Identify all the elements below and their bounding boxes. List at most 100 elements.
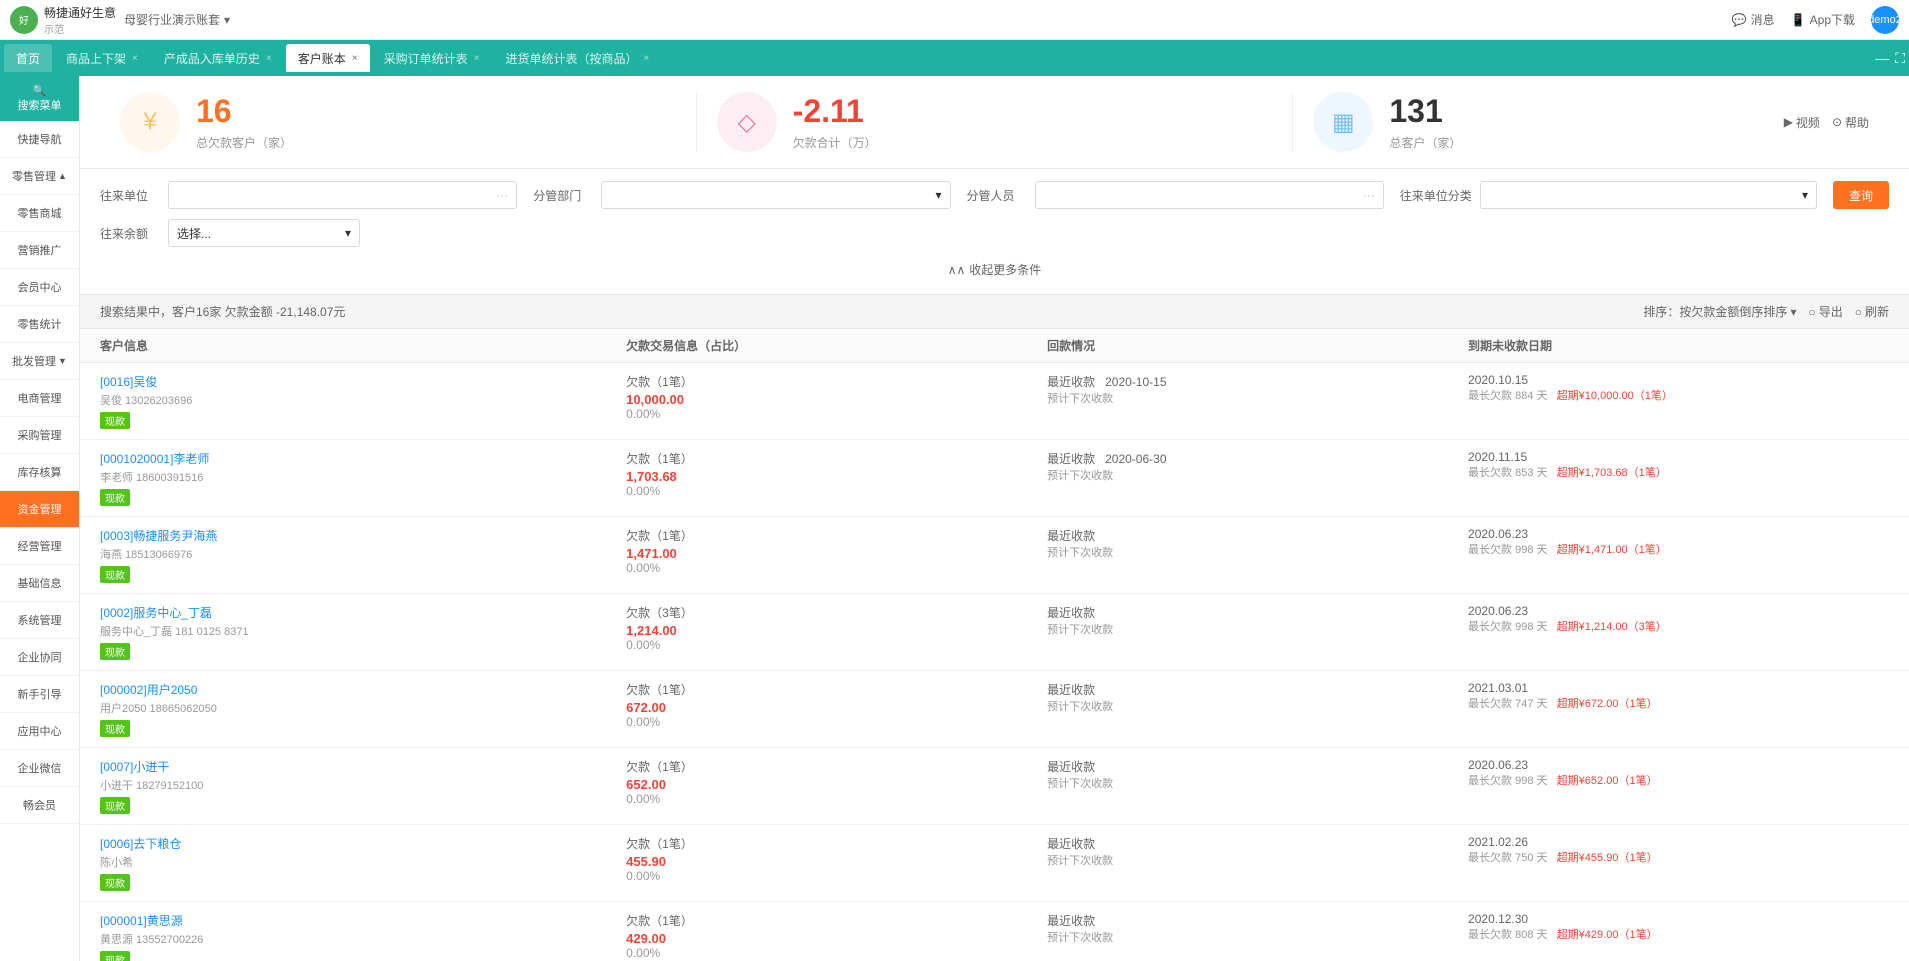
refresh-btn[interactable]: ○ 刷新 xyxy=(1855,303,1889,320)
sidebar-search[interactable]: 🔍 搜索菜单 xyxy=(0,76,79,121)
customer-name[interactable]: [0016]吴俊 xyxy=(100,373,626,390)
close-icon[interactable]: × xyxy=(643,53,649,64)
overdue-link[interactable]: 超期¥1,471.00（1笔） xyxy=(1557,544,1667,556)
sidebar-item-retail-mgmt[interactable]: 零售管理 ▲ xyxy=(0,158,79,195)
payment-cell: 最近收款 预计下次收款 xyxy=(1047,527,1468,560)
balance-select[interactable]: 选择... ▾ xyxy=(168,219,360,247)
customer-name[interactable]: [000002]用户2050 xyxy=(100,681,626,698)
search-button[interactable]: 查询 xyxy=(1833,181,1889,209)
overdue-days: 最长欠款 747 天 超期¥672.00（1笔） xyxy=(1468,695,1889,711)
sidebar-item-quick-nav[interactable]: 快捷导航 xyxy=(0,121,79,158)
export-btn[interactable]: ○ 导出 xyxy=(1808,303,1842,320)
tab-inventory[interactable]: 进货单统计表（按商品） × xyxy=(493,44,661,72)
debt-amount[interactable]: 652.00 xyxy=(626,777,1047,792)
filter-dept: 分管部门 ▾ xyxy=(533,181,950,209)
sidebar-item-system[interactable]: 系统管理 xyxy=(0,602,79,639)
overdue-link[interactable]: 超期¥1,214.00（3笔） xyxy=(1557,621,1667,633)
close-icon[interactable]: × xyxy=(474,53,480,64)
sidebar-item-corp-collab[interactable]: 企业协同 xyxy=(0,639,79,676)
from-unit-input[interactable]: ··· xyxy=(168,181,517,209)
collapse-btn[interactable]: ∧∧ 收起更多条件 xyxy=(100,257,1889,282)
debt-amount[interactable]: 10,000.00 xyxy=(626,392,1047,407)
sidebar-item-vip-member[interactable]: 畅会员 xyxy=(0,787,79,824)
chevron-down-icon: ▾ xyxy=(935,188,941,202)
play-icon: ▶ xyxy=(1784,115,1793,129)
customer-name[interactable]: [000001]黄思源 xyxy=(100,912,626,929)
overdue-link[interactable]: 超期¥10,000.00（1笔） xyxy=(1557,390,1673,402)
dept-select[interactable]: ▾ xyxy=(601,181,950,209)
tab-home[interactable]: 首页 xyxy=(4,44,52,72)
debt-ratio: 0.00% xyxy=(626,715,1047,729)
sidebar-item-inventory[interactable]: 库存核算 xyxy=(0,454,79,491)
sidebar-item-marketing[interactable]: 营销推广 xyxy=(0,232,79,269)
sidebar-item-app-center[interactable]: 应用中心 xyxy=(0,713,79,750)
sidebar-item-ops[interactable]: 经营管理 xyxy=(0,528,79,565)
table-row: [0016]吴俊 吴俊 13026203696 现款 欠款（1笔） 10,000… xyxy=(80,363,1909,440)
table-row: [0006]去下粮仓 陈小希 现款 欠款（1笔） 455.90 0.00% 最近… xyxy=(80,825,1909,902)
help-btn[interactable]: ⊙ 帮助 xyxy=(1832,114,1869,131)
app-download-btn[interactable]: 📱 App下载 xyxy=(1791,11,1855,28)
debt-amount[interactable]: 455.90 xyxy=(626,854,1047,869)
tab-purchase[interactable]: 采购订单统计表 × xyxy=(372,44,492,72)
unit-type-label: 往来单位分类 xyxy=(1400,187,1472,204)
customer-name[interactable]: [0003]畅捷服务尹海燕 xyxy=(100,527,626,544)
close-icon[interactable]: × xyxy=(266,53,272,64)
debt-ratio: 0.00% xyxy=(626,638,1047,652)
sidebar-item-capital[interactable]: 资金管理 xyxy=(0,491,79,528)
sidebar-item-ecom[interactable]: 电商管理 xyxy=(0,380,79,417)
sidebar-item-batch-mgmt[interactable]: 批发管理 ▼ xyxy=(0,343,79,380)
payment-label: 最近收款 xyxy=(1047,912,1468,929)
debt-amount[interactable]: 1,703.68 xyxy=(626,469,1047,484)
debt-amount[interactable]: 672.00 xyxy=(626,700,1047,715)
customer-tag: 现款 xyxy=(100,643,130,660)
sidebar-item-member[interactable]: 会员中心 xyxy=(0,269,79,306)
sidebar-item-retail-stats[interactable]: 零售统计 xyxy=(0,306,79,343)
overdue-link[interactable]: 超期¥672.00（1笔） xyxy=(1557,698,1658,710)
debt-amount[interactable]: 429.00 xyxy=(626,931,1047,946)
debt-amount[interactable]: 1,471.00 xyxy=(626,546,1047,561)
customer-tag: 现款 xyxy=(100,951,130,961)
tab-products[interactable]: 商品上下架 × xyxy=(54,44,150,72)
sidebar-item-purchase[interactable]: 采购管理 xyxy=(0,417,79,454)
next-payment: 预计下次收款 xyxy=(1047,775,1468,791)
debt-cell: 欠款（1笔） 1,471.00 0.00% xyxy=(626,527,1047,575)
tab-expand-icon[interactable]: ⛶ xyxy=(1895,50,1905,67)
chevron-down-icon: ▾ xyxy=(224,13,230,27)
overdue-cell: 2021.02.26 最长欠款 750 天 超期¥455.90（1笔） xyxy=(1468,835,1889,865)
customer-name[interactable]: [0001020001]李老师 xyxy=(100,450,626,467)
card-body-3: 131 总客户（家） xyxy=(1389,93,1767,151)
message-btn[interactable]: 💬 消息 xyxy=(1732,11,1775,28)
customer-name[interactable]: [0002]服务中心_丁磊 xyxy=(100,604,626,621)
tab-collapse-icon[interactable]: — xyxy=(1875,50,1889,66)
overdue-link[interactable]: 超期¥1,703.68（1笔） xyxy=(1557,467,1667,479)
unit-type-select[interactable]: ▾ xyxy=(1480,181,1817,209)
sort-label[interactable]: 排序：按欠款金额倒序排序 ▾ xyxy=(1643,303,1796,320)
overdue-link[interactable]: 超期¥429.00（1笔） xyxy=(1557,929,1658,941)
customer-name[interactable]: [0006]去下粮仓 xyxy=(100,835,626,852)
sidebar-item-corp-wechat[interactable]: 企业微信 xyxy=(0,750,79,787)
close-icon[interactable]: × xyxy=(132,53,138,64)
sidebar-item-retail-mall[interactable]: 零售商城 xyxy=(0,195,79,232)
sidebar-item-basic[interactable]: 基础信息 xyxy=(0,565,79,602)
overdue-date: 2020.12.30 xyxy=(1468,912,1889,926)
video-btn[interactable]: ▶ 视频 xyxy=(1784,114,1820,131)
sidebar-item-new-guide[interactable]: 新手引导 xyxy=(0,676,79,713)
customer-info-cell: [0016]吴俊 吴俊 13026203696 现款 xyxy=(100,373,626,429)
close-icon[interactable]: × xyxy=(352,53,358,64)
avatar[interactable]: demo2 xyxy=(1871,6,1899,34)
table-row: [0003]畅捷服务尹海燕 海燕 18513066976 现款 欠款（1笔） 1… xyxy=(80,517,1909,594)
payment-cell: 最近收款 预计下次收款 xyxy=(1047,681,1468,714)
manager-input[interactable]: ··· xyxy=(1035,181,1384,209)
tab-production[interactable]: 产成品入库单历史 × xyxy=(152,44,284,72)
customer-phone: 陈小希 xyxy=(100,854,626,870)
customer-name[interactable]: [0007]小迸干 xyxy=(100,758,626,775)
debt-amount[interactable]: 1,214.00 xyxy=(626,623,1047,638)
card-overdue-customers: ¥ 16 总欠款客户（家） xyxy=(100,92,697,152)
overdue-link[interactable]: 超期¥455.90（1笔） xyxy=(1557,852,1658,864)
payment-cell: 最近收款 预计下次收款 xyxy=(1047,758,1468,791)
debt-cell: 欠款（3笔） 1,214.00 0.00% xyxy=(626,604,1047,652)
overdue-link[interactable]: 超期¥652.00（1笔） xyxy=(1557,775,1658,787)
debt-info: 欠款（1笔） xyxy=(626,681,1047,698)
store-selector[interactable]: 母婴行业演示账套 ▾ xyxy=(124,11,230,28)
tab-customer[interactable]: 客户账本 × xyxy=(286,44,370,72)
